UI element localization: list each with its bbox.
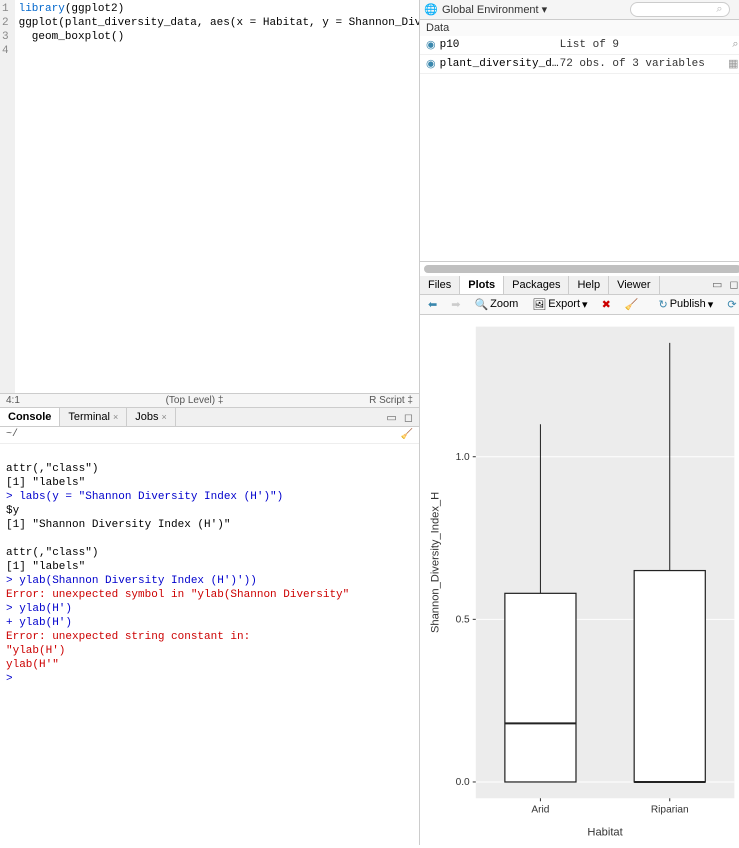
env-var-name: p10 xyxy=(440,39,560,51)
editor-gutter: 1234 xyxy=(0,0,15,393)
zoom-icon: 🔍 xyxy=(474,298,488,311)
plots-toolbar: ⬅ ➡ 🔍Zoom 🖼Export ▾ ✖ 🧹 ↻Publish ▾ ⟳ xyxy=(420,295,739,315)
console-tabs: Console Terminal× Jobs× ▭ ◻ xyxy=(0,408,419,427)
refresh-button[interactable]: ⟳ xyxy=(723,297,739,312)
tab-plots[interactable]: Plots xyxy=(460,276,504,294)
publish-button[interactable]: ↻Publish ▾ xyxy=(654,297,717,312)
editor-status-bar: 4:1 (Top Level) ‡ R Script ‡ xyxy=(0,393,419,408)
search-icon: ⌕ xyxy=(716,3,722,16)
svg-text:Arid: Arid xyxy=(531,804,549,815)
tab-packages[interactable]: Packages xyxy=(504,276,569,294)
data-icon: ◉ xyxy=(426,57,436,71)
search-icon[interactable]: ⌕ xyxy=(732,39,738,51)
clear-console-icon[interactable]: 🧹 xyxy=(401,429,413,441)
environment-body: Data ◉ p10List of 9⌕ ◉ plant_diversity_d…72… xyxy=(420,20,739,262)
close-icon[interactable]: × xyxy=(113,412,118,422)
console-output[interactable]: attr(,"class")[1] "labels"> labs(y = "Sh… xyxy=(0,444,419,845)
env-var-desc: 72 obs. of 3 variables xyxy=(560,58,729,70)
editor-code[interactable]: library(ggplot2)ggplot(plant_diversity_d… xyxy=(15,0,419,393)
export-icon: 🖼 xyxy=(532,298,546,311)
plot-next-button[interactable]: ➡ xyxy=(447,297,464,312)
export-button[interactable]: 🖼Export ▾ xyxy=(528,297,591,312)
refresh-icon: ⟳ xyxy=(727,298,736,311)
env-var-desc: List of 9 xyxy=(560,39,733,51)
pane-controls[interactable]: ▭ ◻ xyxy=(382,411,419,424)
env-row[interactable]: ◉ p10List of 9⌕ xyxy=(420,36,739,55)
broom-icon: 🧹 xyxy=(625,298,639,311)
svg-text:Shannon_Diversity_Index_H: Shannon_Diversity_Index_H xyxy=(429,491,441,632)
cursor-position: 4:1 xyxy=(6,395,20,406)
zoom-button[interactable]: 🔍Zoom xyxy=(470,297,522,312)
remove-plot-button[interactable]: ✖ xyxy=(598,297,615,312)
grid-icon[interactable]: ▦ xyxy=(728,57,738,71)
environment-toolbar: 🌐 Global Environment ▾ ⌕ xyxy=(420,0,739,20)
plot-area: 0.0 0.5 1.0 Arid Riparian Habitat Shannon_Dive… xyxy=(420,315,739,845)
svg-text:Habitat: Habitat xyxy=(587,826,623,838)
plot-prev-button[interactable]: ⬅ xyxy=(424,297,441,312)
pane-divider[interactable] xyxy=(424,265,739,273)
svg-text:0.5: 0.5 xyxy=(456,614,470,625)
tab-terminal[interactable]: Terminal× xyxy=(60,408,127,426)
data-icon: ◉ xyxy=(426,38,436,52)
arrow-right-icon: ➡ xyxy=(451,298,460,311)
tab-help[interactable]: Help xyxy=(569,276,609,294)
console-path-bar: ~/ 🧹 xyxy=(0,427,419,444)
svg-text:0.0: 0.0 xyxy=(456,777,470,788)
env-row[interactable]: ◉ plant_diversity_d…72 obs. of 3 variable… xyxy=(420,55,739,74)
publish-icon: ↻ xyxy=(658,298,667,311)
environment-scope-dropdown[interactable]: Global Environment ▾ xyxy=(442,3,626,16)
tab-jobs[interactable]: Jobs× xyxy=(127,408,176,426)
svg-text:Riparian: Riparian xyxy=(651,804,689,815)
close-icon[interactable]: × xyxy=(162,412,167,422)
env-var-name: plant_diversity_d… xyxy=(440,58,560,70)
env-section-data: Data xyxy=(420,20,739,36)
tab-files[interactable]: Files xyxy=(420,276,460,294)
environment-search-input[interactable] xyxy=(630,2,730,17)
tab-console[interactable]: Console xyxy=(0,408,60,426)
bottom-right-tabs: Files Plots Packages Help Viewer ▭ ◻ xyxy=(420,276,739,295)
boxplot-chart: 0.0 0.5 1.0 Arid Riparian Habitat Shannon_Dive… xyxy=(420,315,739,845)
globe-icon: 🌐 xyxy=(424,3,438,17)
pane-controls[interactable]: ▭ ◻ xyxy=(708,278,739,291)
tab-viewer[interactable]: Viewer xyxy=(609,276,659,294)
language-selector[interactable]: R Script ‡ xyxy=(369,395,413,406)
arrow-left-icon: ⬅ xyxy=(428,298,437,311)
clear-plots-button[interactable]: 🧹 xyxy=(621,297,643,312)
source-editor[interactable]: 1234 library(ggplot2)ggplot(plant_divers… xyxy=(0,0,419,393)
remove-icon: ✖ xyxy=(602,298,611,311)
svg-text:1.0: 1.0 xyxy=(456,451,470,462)
scope-selector[interactable]: (Top Level) ‡ xyxy=(166,395,224,406)
